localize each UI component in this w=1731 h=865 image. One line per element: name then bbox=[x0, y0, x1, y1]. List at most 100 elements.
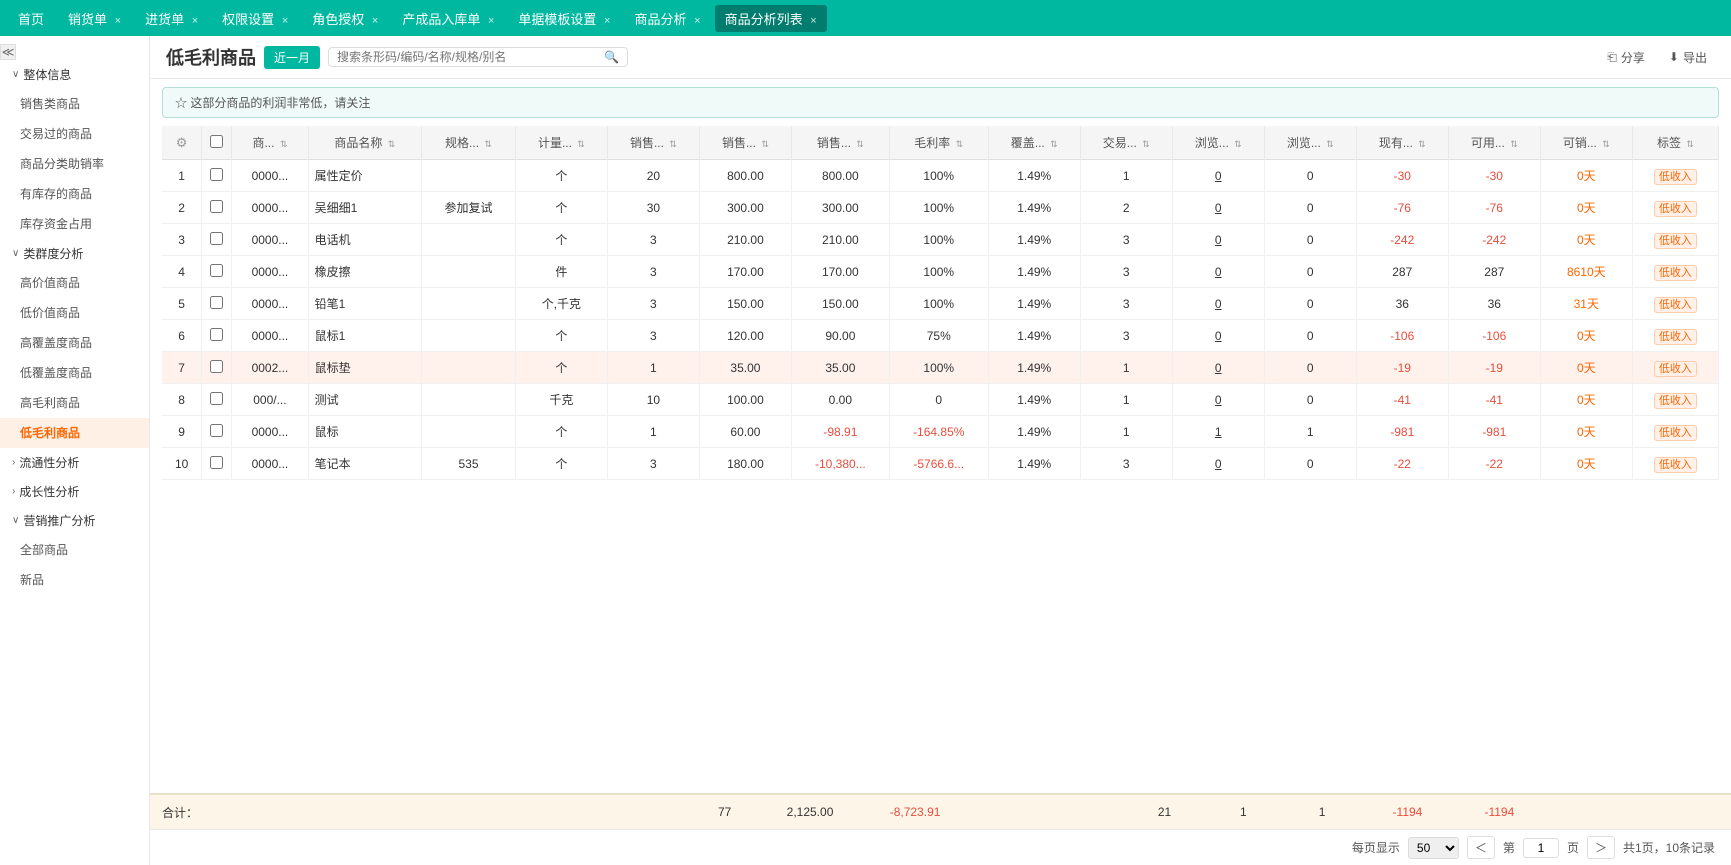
page-size-select[interactable]: 50 100 200 bbox=[1408, 837, 1459, 859]
row-transaction: 3 bbox=[1080, 224, 1172, 256]
col-coverage[interactable]: 覆盖... ⇅ bbox=[988, 126, 1080, 160]
close-sales-icon[interactable]: × bbox=[115, 15, 121, 27]
sidebar-item-low-margin[interactable]: 低毛利商品 bbox=[0, 418, 149, 448]
search-box: 🔍 bbox=[328, 47, 628, 67]
search-input[interactable] bbox=[337, 50, 600, 64]
footer-cell bbox=[377, 803, 535, 821]
row-view2: 0 bbox=[1264, 224, 1356, 256]
row-view1[interactable]: 0 bbox=[1172, 352, 1264, 384]
row-checkbox[interactable] bbox=[202, 256, 232, 288]
nav-permissions[interactable]: 权限设置 × bbox=[212, 5, 298, 32]
col-code[interactable]: 商... ⇅ bbox=[232, 126, 308, 160]
nav-home[interactable]: 首页 bbox=[8, 5, 54, 32]
close-product-analysis-icon[interactable]: × bbox=[694, 15, 700, 27]
row-checkbox[interactable] bbox=[202, 160, 232, 192]
col-spec[interactable]: 规格... ⇅ bbox=[422, 126, 516, 160]
nav-product-analysis[interactable]: 商品分析 × bbox=[624, 5, 710, 32]
row-checkbox[interactable] bbox=[202, 448, 232, 480]
row-no: 3 bbox=[162, 224, 202, 256]
row-checkbox[interactable] bbox=[202, 288, 232, 320]
row-current-stock: -981 bbox=[1356, 416, 1448, 448]
col-setting[interactable]: ⚙ bbox=[162, 126, 202, 160]
col-gross-rate[interactable]: 毛利率 ⇅ bbox=[889, 126, 988, 160]
row-coverage: 1.49% bbox=[988, 448, 1080, 480]
row-view1[interactable]: 0 bbox=[1172, 256, 1264, 288]
close-permissions-icon[interactable]: × bbox=[282, 15, 288, 27]
row-gross-rate: -5766.6... bbox=[889, 448, 988, 480]
row-spec bbox=[422, 320, 516, 352]
col-view1[interactable]: 浏览... ⇅ bbox=[1172, 126, 1264, 160]
close-template-icon[interactable]: × bbox=[604, 15, 610, 27]
sidebar-collapse-button[interactable]: ≪ bbox=[0, 44, 16, 60]
next-page-button[interactable]: ＞ bbox=[1587, 836, 1615, 859]
col-sales-profit[interactable]: 销售... ⇅ bbox=[791, 126, 889, 160]
nav-purchase[interactable]: 进货单 × bbox=[135, 5, 208, 32]
page-number-input[interactable] bbox=[1523, 838, 1559, 858]
close-role-auth-icon[interactable]: × bbox=[372, 15, 378, 27]
sidebar-item-high-margin[interactable]: 高毛利商品 bbox=[0, 388, 149, 418]
sidebar-group-growth[interactable]: › 成长性分析 bbox=[0, 477, 149, 506]
sidebar-group-cluster[interactable]: ∨ 类群度分析 bbox=[0, 239, 149, 268]
sidebar-item-category-rate[interactable]: 商品分类助销率 bbox=[0, 149, 149, 179]
select-all-checkbox[interactable] bbox=[210, 135, 223, 148]
sidebar-group-marketing[interactable]: ∨ 营销推广分析 bbox=[0, 506, 149, 535]
sidebar-group-overall[interactable]: ∨ 整体信息 bbox=[0, 60, 149, 89]
date-filter-button[interactable]: 近一月 bbox=[264, 46, 320, 69]
footer-total: 合计：772,125.00-8,723.912111-1194-1194 bbox=[150, 793, 1731, 829]
row-checkbox[interactable] bbox=[202, 352, 232, 384]
sidebar-item-sales-products[interactable]: 销售类商品 bbox=[0, 89, 149, 119]
row-view1[interactable]: 0 bbox=[1172, 160, 1264, 192]
col-current-stock[interactable]: 现有... ⇅ bbox=[1356, 126, 1448, 160]
sidebar: ≪ ∨ 整体信息 销售类商品 交易过的商品 商品分类助销率 有库存的商品 库存资… bbox=[0, 36, 150, 865]
row-checkbox[interactable] bbox=[202, 384, 232, 416]
sidebar-item-in-stock[interactable]: 有库存的商品 bbox=[0, 179, 149, 209]
sidebar-item-low-coverage[interactable]: 低覆盖度商品 bbox=[0, 358, 149, 388]
col-transaction[interactable]: 交易... ⇅ bbox=[1080, 126, 1172, 160]
row-view1[interactable]: 1 bbox=[1172, 416, 1264, 448]
prev-page-button[interactable]: ＜ bbox=[1467, 836, 1495, 859]
nav-product-analysis-list[interactable]: 商品分析列表 × bbox=[715, 5, 827, 32]
col-saleable-days[interactable]: 可销... ⇅ bbox=[1540, 126, 1632, 160]
export-button[interactable]: ⬇ 导出 bbox=[1661, 46, 1715, 69]
row-view1[interactable]: 0 bbox=[1172, 384, 1264, 416]
close-purchase-icon[interactable]: × bbox=[192, 15, 198, 27]
search-icon[interactable]: 🔍 bbox=[604, 50, 619, 64]
page-label: 第 bbox=[1503, 839, 1515, 856]
col-checkbox[interactable] bbox=[202, 126, 232, 160]
sidebar-item-high-coverage[interactable]: 高覆盖度商品 bbox=[0, 328, 149, 358]
close-product-analysis-list-icon[interactable]: × bbox=[810, 15, 816, 27]
sidebar-item-low-value[interactable]: 低价值商品 bbox=[0, 298, 149, 328]
col-unit[interactable]: 计量... ⇅ bbox=[515, 126, 607, 160]
sidebar-item-new-products[interactable]: 新品 bbox=[0, 565, 149, 595]
share-button[interactable]: ⎗ 分享 bbox=[1599, 46, 1653, 69]
nav-template-settings[interactable]: 单据模板设置 × bbox=[508, 5, 620, 32]
col-view2[interactable]: 浏览... ⇅ bbox=[1264, 126, 1356, 160]
nav-product-storage[interactable]: 产成品入库单 × bbox=[392, 5, 504, 32]
row-view1[interactable]: 0 bbox=[1172, 448, 1264, 480]
col-available-stock[interactable]: 可用... ⇅ bbox=[1448, 126, 1540, 160]
row-view1[interactable]: 0 bbox=[1172, 288, 1264, 320]
sidebar-group-liquidity[interactable]: › 流通性分析 bbox=[0, 448, 149, 477]
col-tag[interactable]: 标签 ⇅ bbox=[1632, 126, 1718, 160]
sidebar-item-capital-usage[interactable]: 库存资金占用 bbox=[0, 209, 149, 239]
row-current-stock: -242 bbox=[1356, 224, 1448, 256]
row-view1[interactable]: 0 bbox=[1172, 320, 1264, 352]
row-view1[interactable]: 0 bbox=[1172, 192, 1264, 224]
col-sales-qty[interactable]: 销售... ⇅ bbox=[607, 126, 699, 160]
nav-sales[interactable]: 销货单 × bbox=[58, 5, 131, 32]
row-checkbox[interactable] bbox=[202, 192, 232, 224]
sidebar-item-high-value[interactable]: 高价值商品 bbox=[0, 268, 149, 298]
sidebar-item-traded-products[interactable]: 交易过的商品 bbox=[0, 119, 149, 149]
col-sales-amount[interactable]: 销售... ⇅ bbox=[699, 126, 791, 160]
close-product-storage-icon[interactable]: × bbox=[488, 15, 494, 27]
col-name[interactable]: 商品名称 ⇅ bbox=[308, 126, 422, 160]
row-checkbox[interactable] bbox=[202, 416, 232, 448]
row-name: 电话机 bbox=[308, 224, 422, 256]
row-unit: 个 bbox=[515, 448, 607, 480]
row-tag: 低收入 bbox=[1632, 352, 1718, 384]
row-checkbox[interactable] bbox=[202, 224, 232, 256]
sidebar-item-all-products[interactable]: 全部商品 bbox=[0, 535, 149, 565]
nav-role-auth[interactable]: 角色授权 × bbox=[302, 5, 388, 32]
row-checkbox[interactable] bbox=[202, 320, 232, 352]
row-view1[interactable]: 0 bbox=[1172, 224, 1264, 256]
